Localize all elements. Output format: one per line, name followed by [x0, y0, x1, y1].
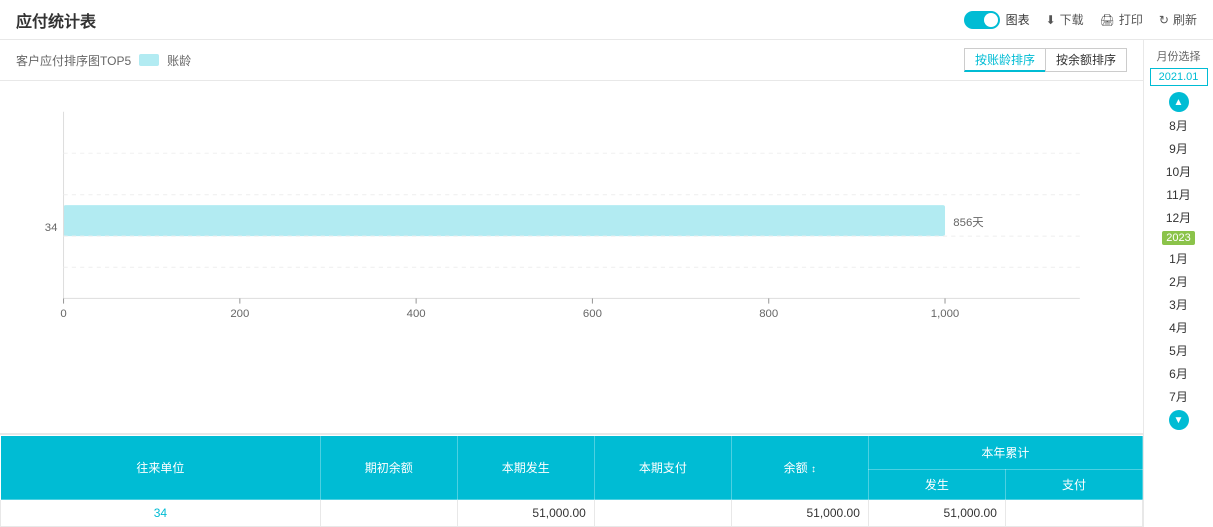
year-input[interactable]	[1150, 68, 1208, 86]
page-header: 应付统计表 图表 ⬇ 下载 🖨 打印 ↻ 刷新	[0, 0, 1213, 40]
svg-text:856天: 856天	[953, 217, 983, 229]
svg-text:800: 800	[759, 308, 778, 320]
chart-toggle-label: 图表	[1006, 11, 1030, 28]
sidebar-month-4[interactable]: 4月	[1144, 316, 1213, 339]
sidebar-month-1[interactable]: 1月	[1144, 247, 1213, 270]
col-current-pay-header: 本期支付	[594, 436, 731, 500]
page-title: 应付统计表	[16, 8, 96, 32]
chart-sort-buttons: 按账龄排序 按余额排序	[964, 48, 1127, 72]
col-balance-header: 余额 ↕	[731, 436, 868, 500]
chart-toggle-wrapper[interactable]: 图表	[964, 11, 1030, 29]
download-icon: ⬇	[1046, 13, 1056, 27]
print-icon: 🖨	[1100, 13, 1115, 27]
svg-text:200: 200	[230, 308, 249, 320]
sidebar-year-label: 2023	[1162, 231, 1194, 245]
sidebar-month-9[interactable]: 9月	[1144, 137, 1213, 160]
sidebar-month-6[interactable]: 6月	[1144, 362, 1213, 385]
up-icon: ▲	[1174, 97, 1184, 108]
cell-current-pay	[594, 500, 731, 527]
svg-text:1,000: 1,000	[931, 308, 960, 320]
main-content: 客户应付排序图TOP5 账龄 按账龄排序 按余额排序 34 856天	[0, 40, 1213, 527]
cell-balance: 51,000.00	[731, 500, 868, 527]
data-table: 往来单位 期初余额 本期发生 本期支付 余额 ↕ 本年累计 发生	[0, 435, 1143, 527]
sidebar-month-8[interactable]: 8月	[1144, 114, 1213, 137]
chart-section: 客户应付排序图TOP5 账龄 按账龄排序 按余额排序 34 856天	[0, 40, 1143, 527]
col-current-occur-header: 本期发生	[457, 436, 594, 500]
svg-text:600: 600	[583, 308, 602, 320]
chart-header: 客户应付排序图TOP5 账龄 按账龄排序 按余额排序	[0, 40, 1143, 81]
download-button[interactable]: ⬇ 下载	[1046, 11, 1084, 28]
legend-color-box	[139, 54, 159, 66]
download-label: 下载	[1060, 11, 1084, 28]
chart-top-title: 客户应付排序图TOP5	[16, 52, 131, 69]
sidebar-month-7[interactable]: 7月	[1144, 385, 1213, 408]
cell-ytd-pay	[1005, 500, 1142, 527]
cell-opening	[320, 500, 457, 527]
chart-legend: 客户应付排序图TOP5 账龄	[16, 52, 191, 69]
sidebar-up-button[interactable]: ▲	[1169, 92, 1189, 112]
sidebar-month-2[interactable]: 2月	[1144, 270, 1213, 293]
sidebar-down-button[interactable]: ▼	[1169, 410, 1189, 430]
chart-toggle[interactable]	[964, 11, 1000, 29]
right-sidebar: 月份选择 ▲ 8月 9月 10月 11月 12月 2023 1月 2月 3月 4…	[1143, 40, 1213, 527]
bar-chart: 34 856天 0 200 400	[10, 91, 1123, 371]
header-actions: 图表 ⬇ 下载 🖨 打印 ↻ 刷新	[964, 11, 1197, 29]
sort-by-age-button[interactable]: 按账龄排序	[964, 48, 1045, 72]
col-ytd-pay-header: 支付	[1005, 470, 1142, 500]
sidebar-month-3[interactable]: 3月	[1144, 293, 1213, 316]
cell-unit: 34	[1, 500, 321, 527]
down-icon: ▼	[1174, 415, 1184, 426]
cell-ytd-occur: 51,000.00	[868, 500, 1005, 527]
sidebar-month-5[interactable]: 5月	[1144, 339, 1213, 362]
print-label: 打印	[1119, 11, 1143, 28]
unit-link[interactable]: 34	[154, 506, 167, 520]
table-section: 往来单位 期初余额 本期发生 本期支付 余额 ↕ 本年累计 发生	[0, 433, 1143, 527]
refresh-label: 刷新	[1173, 11, 1197, 28]
svg-text:400: 400	[407, 308, 426, 320]
sort-by-balance-button[interactable]: 按余额排序	[1045, 48, 1127, 72]
sort-icon: ↕	[811, 464, 816, 475]
print-button[interactable]: 🖨 打印	[1100, 11, 1143, 28]
legend-label: 账龄	[167, 52, 191, 69]
chart-area: 34 856天 0 200 400	[0, 81, 1143, 433]
col-ytd-occur-header: 发生	[868, 470, 1005, 500]
refresh-button[interactable]: ↻ 刷新	[1159, 11, 1197, 28]
svg-text:0: 0	[60, 308, 66, 320]
cell-current-occur: 51,000.00	[457, 500, 594, 527]
col-ytd-header: 本年累计	[868, 436, 1142, 470]
sidebar-month-12[interactable]: 12月	[1144, 206, 1213, 229]
sidebar-month-10[interactable]: 10月	[1144, 160, 1213, 183]
col-opening-header: 期初余额	[320, 436, 457, 500]
refresh-icon: ↻	[1159, 13, 1169, 27]
col-unit-header: 往来单位	[1, 436, 321, 500]
table-row: 34 51,000.00 51,000.00 51,000.00	[1, 500, 1143, 527]
svg-text:34: 34	[45, 222, 58, 234]
sidebar-month-11[interactable]: 11月	[1144, 183, 1213, 206]
sidebar-title: 月份选择	[1157, 44, 1201, 68]
table-header-row: 往来单位 期初余额 本期发生 本期支付 余额 ↕ 本年累计	[1, 436, 1143, 470]
